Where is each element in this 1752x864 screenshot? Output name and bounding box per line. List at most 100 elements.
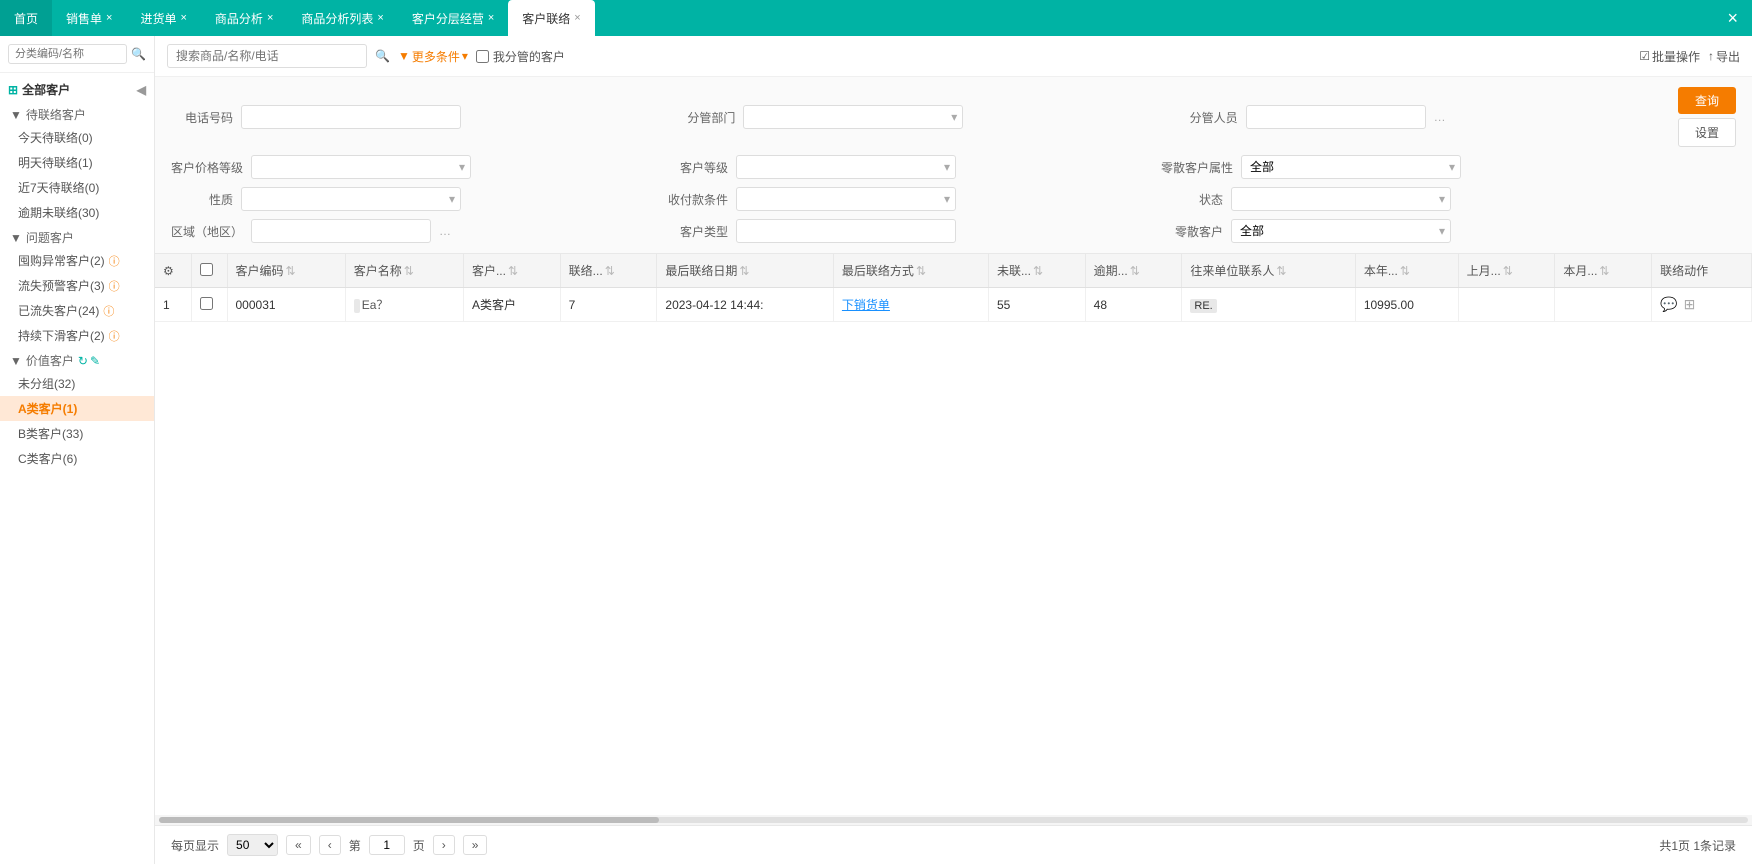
toolbar-search-icon[interactable]: 🔍 <box>375 49 390 63</box>
nav-customer-contact-close[interactable]: × <box>574 12 580 24</box>
select-all-checkbox[interactable] <box>200 263 213 276</box>
refresh-icon[interactable]: ↻ <box>78 354 88 368</box>
col-code[interactable]: 客户编码⇅ <box>227 254 345 288</box>
sidebar-item-tomorrow[interactable]: 明天待联络(1) <box>0 150 154 175</box>
col-this-year[interactable]: 本年...⇅ <box>1355 254 1458 288</box>
sidebar-item-class-b[interactable]: B类客户(33) <box>0 421 154 446</box>
filter-phone-input[interactable] <box>241 105 461 129</box>
filter-customer-level-select[interactable] <box>736 155 956 179</box>
filter-payment: 收付款条件 ▾ <box>666 187 1161 211</box>
col-level[interactable]: 客户...⇅ <box>463 254 560 288</box>
more-filter-btn[interactable]: ▼ 更多条件 ▾ <box>398 48 468 65</box>
col-action: 联络动作 <box>1652 254 1752 288</box>
sidebar-item-declining[interactable]: 持续下滑客户(2) ⓘ <box>0 323 154 348</box>
col-checkbox <box>191 254 227 288</box>
last-page-btn[interactable]: » <box>463 835 488 855</box>
first-page-btn[interactable]: « <box>286 835 311 855</box>
filter-region-input[interactable] <box>251 219 431 243</box>
sidebar-all-customers[interactable]: ⊞ 全部客户 ◀ <box>0 73 154 102</box>
scroll-thumb[interactable] <box>159 817 659 823</box>
page-num-input[interactable] <box>369 835 405 855</box>
sidebar-item-7days[interactable]: 近7天待联络(0) <box>0 175 154 200</box>
sidebar-search-icon[interactable]: 🔍 <box>131 47 146 61</box>
filter-price-level-select[interactable] <box>251 155 471 179</box>
col-last-date[interactable]: 最后联络日期⇅ <box>657 254 834 288</box>
close-window-btn[interactable]: × <box>1713 8 1752 29</box>
filter-retail-customer-select[interactable]: 全部 <box>1231 219 1451 243</box>
col-this-month[interactable]: 本月...⇅ <box>1555 254 1652 288</box>
sidebar-item-class-c[interactable]: C类客户(6) <box>0 446 154 471</box>
filter-retail-attr-select[interactable]: 全部 <box>1241 155 1461 179</box>
filter-retail-customer-wrap: 全部 ▾ <box>1231 219 1451 243</box>
sidebar-item-churned[interactable]: 已流失客户(24) ⓘ <box>0 298 154 323</box>
filter-price-level-wrap: ▾ <box>251 155 471 179</box>
nav-sales[interactable]: 销售单 × <box>52 0 126 36</box>
query-btn[interactable]: 查询 <box>1678 87 1736 114</box>
nav-customer-tier-close[interactable]: × <box>488 12 494 24</box>
col-last-month[interactable]: 上月...⇅ <box>1458 254 1555 288</box>
grid-action-icon[interactable]: ⊞ <box>1684 296 1696 313</box>
filter-region-dots[interactable]: … <box>431 224 459 238</box>
filter-manager-dots[interactable]: … <box>1426 110 1454 124</box>
nav-home[interactable]: 首页 <box>0 0 52 36</box>
sort-icon11: ⇅ <box>1503 264 1513 278</box>
per-page-select[interactable]: 50 100 200 <box>227 834 278 856</box>
form-btn-group: 查询 设置 <box>1678 87 1736 147</box>
batch-ops-btn[interactable]: ☑ 批量操作 <box>1639 48 1700 65</box>
filter-status-wrap: ▾ <box>1231 187 1451 211</box>
table-gear-icon[interactable]: ⚙ <box>163 264 174 278</box>
nav-product-analysis-close[interactable]: × <box>267 12 273 24</box>
filter-payment-select[interactable] <box>736 187 956 211</box>
sidebar-group-value[interactable]: ▼ 价值客户 ↻ ✎ <box>0 348 154 371</box>
edit-icon[interactable]: ✎ <box>90 354 100 368</box>
filter-icon: ▼ <box>398 49 410 63</box>
col-contact2[interactable]: 往来单位联系人⇅ <box>1182 254 1355 288</box>
table-row: 1 000031 Ea？ A类客户 7 2023-04-12 14:44: <box>155 288 1752 322</box>
nav-product-list-close[interactable]: × <box>377 12 383 24</box>
batch-icon: ☑ <box>1639 49 1650 63</box>
row-this-month <box>1555 288 1652 322</box>
sidebar-item-churn-risk[interactable]: 流失预警客户(3) ⓘ <box>0 273 154 298</box>
nav-product-list[interactable]: 商品分析列表 × <box>287 0 397 36</box>
comment-action-icon[interactable]: 💬 <box>1660 296 1677 313</box>
row-actions: 💬 ⊞ <box>1652 288 1752 322</box>
sidebar-group-problem[interactable]: ▼ 问题客户 <box>0 225 154 248</box>
filter-nature-select[interactable] <box>241 187 461 211</box>
sidebar-search-input[interactable] <box>8 44 127 64</box>
sidebar-item-ungrouped[interactable]: 未分组(32) <box>0 371 154 396</box>
my-customers-checkbox-label[interactable]: 我分管的客户 <box>476 48 565 65</box>
nav-purchase-close[interactable]: × <box>180 12 186 24</box>
col-last-method[interactable]: 最后联络方式⇅ <box>833 254 988 288</box>
setting-btn[interactable]: 设置 <box>1678 118 1736 147</box>
sidebar-group-pending[interactable]: ▼ 待联络客户 <box>0 102 154 125</box>
filter-manager-input[interactable] <box>1246 105 1426 129</box>
col-overdue[interactable]: 逾期...⇅ <box>1085 254 1182 288</box>
last-method-link[interactable]: 下销货单 <box>842 298 890 312</box>
sidebar-item-today[interactable]: 今天待联络(0) <box>0 125 154 150</box>
nav-sales-close[interactable]: × <box>106 12 112 24</box>
next-page-btn[interactable]: › <box>433 835 455 855</box>
filter-customer-type-input[interactable] <box>736 219 956 243</box>
toolbar-search-input[interactable] <box>167 44 367 68</box>
sidebar-item-overdue[interactable]: 逾期未联络(30) <box>0 200 154 225</box>
nav-customer-contact[interactable]: 客户联络 × <box>508 0 594 36</box>
sort-icon: ⇅ <box>286 264 296 278</box>
col-name[interactable]: 客户名称⇅ <box>345 254 463 288</box>
my-customers-checkbox[interactable] <box>476 50 489 63</box>
export-btn[interactable]: ↑ 导出 <box>1708 48 1740 65</box>
row-checkbox[interactable] <box>200 297 213 310</box>
nav-purchase[interactable]: 进货单 × <box>126 0 200 36</box>
sidebar-item-class-a[interactable]: A类客户(1) <box>0 396 154 421</box>
horizontal-scrollbar[interactable] <box>155 815 1752 825</box>
nav-customer-tier[interactable]: 客户分层经营 × <box>398 0 508 36</box>
sidebar-item-hoarding[interactable]: 囤购异常客户(2) ⓘ <box>0 248 154 273</box>
filter-status-select[interactable] <box>1231 187 1451 211</box>
nav-product-analysis[interactable]: 商品分析 × <box>201 0 287 36</box>
col-uncontacted[interactable]: 未联...⇅ <box>988 254 1085 288</box>
filter-row-2: 客户价格等级 ▾ 客户等级 ▾ <box>171 155 1736 179</box>
row-num: 1 <box>155 288 191 322</box>
col-contact-num[interactable]: 联络...⇅ <box>560 254 657 288</box>
filter-nature-wrap: ▾ <box>241 187 461 211</box>
filter-dept-select[interactable] <box>743 105 963 129</box>
prev-page-btn[interactable]: ‹ <box>319 835 341 855</box>
